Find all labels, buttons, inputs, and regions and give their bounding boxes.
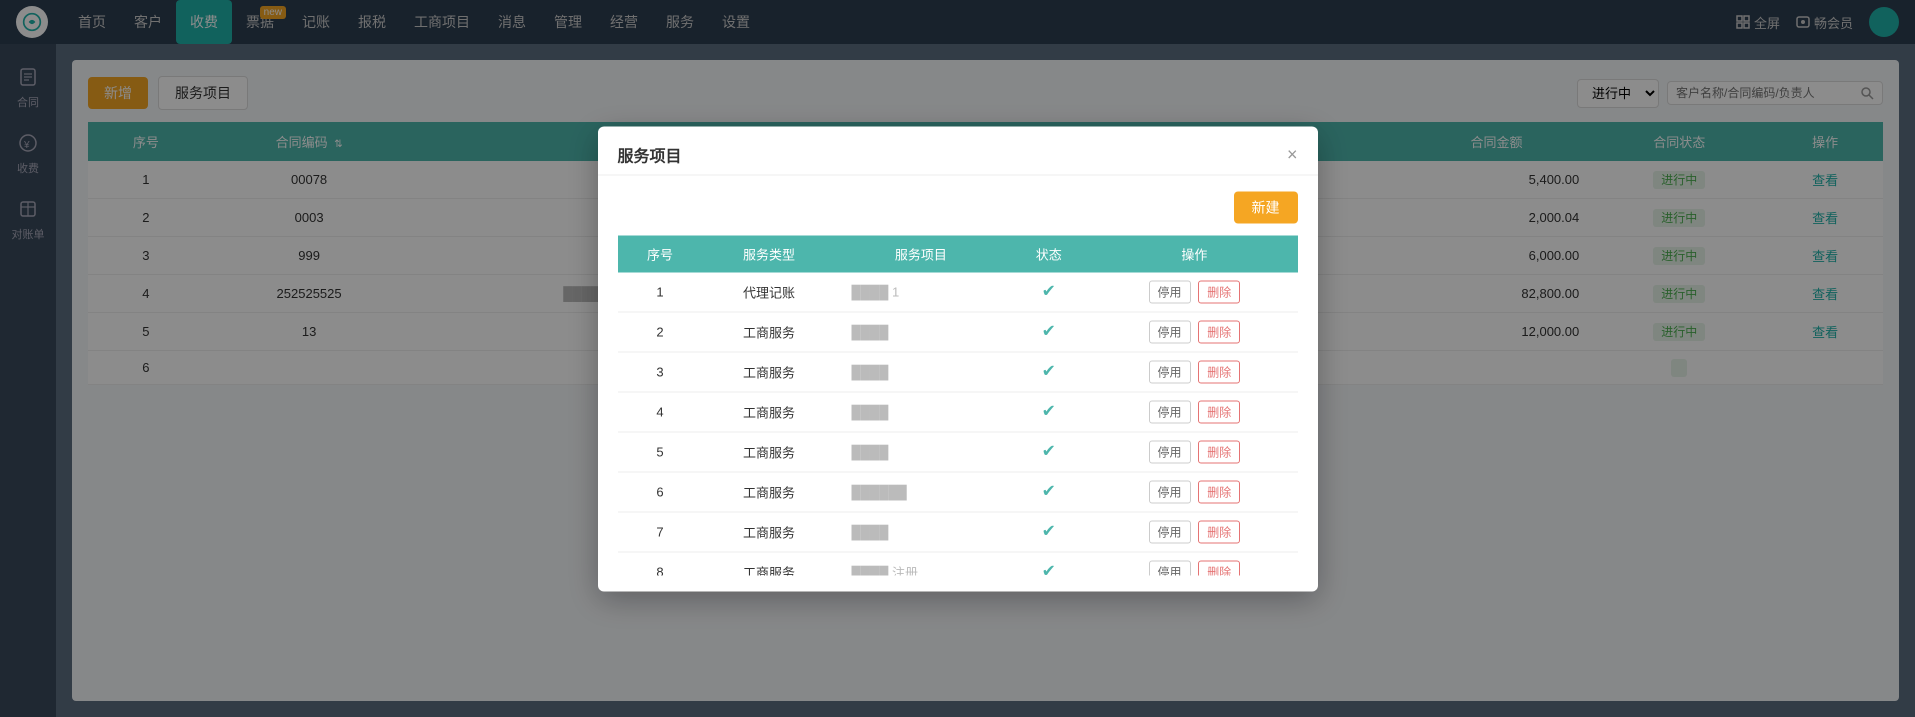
delete-button[interactable]: 删除	[1198, 520, 1240, 543]
delete-button[interactable]: 删除	[1198, 480, 1240, 503]
drow-seq: 4	[618, 392, 703, 432]
dialog-close-button[interactable]: ×	[1287, 145, 1298, 163]
list-item: 5 工商服务 ████ ✔ 停用 删除	[618, 432, 1298, 472]
stop-button[interactable]: 停用	[1149, 280, 1191, 303]
dcol-seq: 序号	[618, 235, 703, 272]
status-check-icon: ✔	[1042, 322, 1056, 341]
list-item: 8 工商服务 ████ 注册 ✔ 停用 删除	[618, 552, 1298, 576]
drow-seq: 7	[618, 512, 703, 552]
service-dialog: 服务项目 × 新建 序号 服务类型 服务项目 状态 操作 1 代理记账 ████	[598, 126, 1318, 591]
drow-actions: 停用 删除	[1091, 432, 1297, 472]
stop-button[interactable]: 停用	[1149, 440, 1191, 463]
service-table: 序号 服务类型 服务项目 状态 操作 1 代理记账 ████ 1 ✔ 停用 删除…	[618, 235, 1298, 575]
drow-type: 工商服务	[702, 472, 835, 512]
drow-type: 工商服务	[702, 552, 835, 576]
drow-actions: 停用 删除	[1091, 312, 1297, 352]
drow-status: ✔	[1006, 392, 1091, 432]
dcol-status: 状态	[1006, 235, 1091, 272]
dialog-new-button[interactable]: 新建	[1234, 191, 1298, 223]
delete-button[interactable]: 删除	[1198, 440, 1240, 463]
delete-button[interactable]: 删除	[1198, 560, 1240, 575]
list-item: 1 代理记账 ████ 1 ✔ 停用 删除	[618, 272, 1298, 312]
drow-seq: 5	[618, 432, 703, 472]
drow-actions: 停用 删除	[1091, 392, 1297, 432]
status-check-icon: ✔	[1042, 562, 1056, 576]
drow-item: ██████	[835, 472, 1006, 512]
drow-seq: 6	[618, 472, 703, 512]
delete-button[interactable]: 删除	[1198, 320, 1240, 343]
drow-item: ████	[835, 432, 1006, 472]
status-check-icon: ✔	[1042, 482, 1056, 501]
dialog-body: 新建 序号 服务类型 服务项目 状态 操作 1 代理记账 ████ 1 ✔	[598, 175, 1318, 591]
dialog-table-container[interactable]: 序号 服务类型 服务项目 状态 操作 1 代理记账 ████ 1 ✔ 停用 删除…	[618, 235, 1298, 575]
drow-type: 工商服务	[702, 512, 835, 552]
drow-seq: 3	[618, 352, 703, 392]
delete-button[interactable]: 删除	[1198, 280, 1240, 303]
dcol-item: 服务项目	[835, 235, 1006, 272]
status-check-icon: ✔	[1042, 402, 1056, 421]
stop-button[interactable]: 停用	[1149, 560, 1191, 575]
list-item: 4 工商服务 ████ ✔ 停用 删除	[618, 392, 1298, 432]
drow-type: 代理记账	[702, 272, 835, 312]
stop-button[interactable]: 停用	[1149, 320, 1191, 343]
list-item: 6 工商服务 ██████ ✔ 停用 删除	[618, 472, 1298, 512]
list-item: 7 工商服务 ████ ✔ 停用 删除	[618, 512, 1298, 552]
dialog-title: 服务项目	[618, 142, 682, 166]
drow-actions: 停用 删除	[1091, 512, 1297, 552]
drow-item: ████	[835, 352, 1006, 392]
dcol-type: 服务类型	[702, 235, 835, 272]
status-check-icon: ✔	[1042, 282, 1056, 301]
drow-actions: 停用 删除	[1091, 272, 1297, 312]
drow-seq: 2	[618, 312, 703, 352]
delete-button[interactable]: 删除	[1198, 360, 1240, 383]
drow-status: ✔	[1006, 312, 1091, 352]
drow-status: ✔	[1006, 352, 1091, 392]
list-item: 3 工商服务 ████ ✔ 停用 删除	[618, 352, 1298, 392]
drow-item: ████ 注册	[835, 552, 1006, 576]
drow-type: 工商服务	[702, 392, 835, 432]
delete-button[interactable]: 删除	[1198, 400, 1240, 423]
drow-status: ✔	[1006, 432, 1091, 472]
drow-item: ████	[835, 512, 1006, 552]
status-check-icon: ✔	[1042, 362, 1056, 381]
drow-status: ✔	[1006, 552, 1091, 576]
drow-type: 工商服务	[702, 352, 835, 392]
drow-status: ✔	[1006, 472, 1091, 512]
drow-type: 工商服务	[702, 432, 835, 472]
drow-item: ████	[835, 312, 1006, 352]
drow-actions: 停用 删除	[1091, 472, 1297, 512]
drow-status: ✔	[1006, 272, 1091, 312]
drow-type: 工商服务	[702, 312, 835, 352]
list-item: 2 工商服务 ████ ✔ 停用 删除	[618, 312, 1298, 352]
drow-status: ✔	[1006, 512, 1091, 552]
stop-button[interactable]: 停用	[1149, 400, 1191, 423]
drow-actions: 停用 删除	[1091, 552, 1297, 576]
stop-button[interactable]: 停用	[1149, 480, 1191, 503]
status-check-icon: ✔	[1042, 442, 1056, 461]
drow-actions: 停用 删除	[1091, 352, 1297, 392]
status-check-icon: ✔	[1042, 522, 1056, 541]
drow-item: ████	[835, 392, 1006, 432]
stop-button[interactable]: 停用	[1149, 520, 1191, 543]
stop-button[interactable]: 停用	[1149, 360, 1191, 383]
drow-seq: 1	[618, 272, 703, 312]
drow-seq: 8	[618, 552, 703, 576]
dialog-header: 服务项目 ×	[598, 126, 1318, 175]
dialog-toolbar: 新建	[618, 191, 1298, 223]
dcol-action: 操作	[1091, 235, 1297, 272]
drow-item: ████ 1	[835, 272, 1006, 312]
